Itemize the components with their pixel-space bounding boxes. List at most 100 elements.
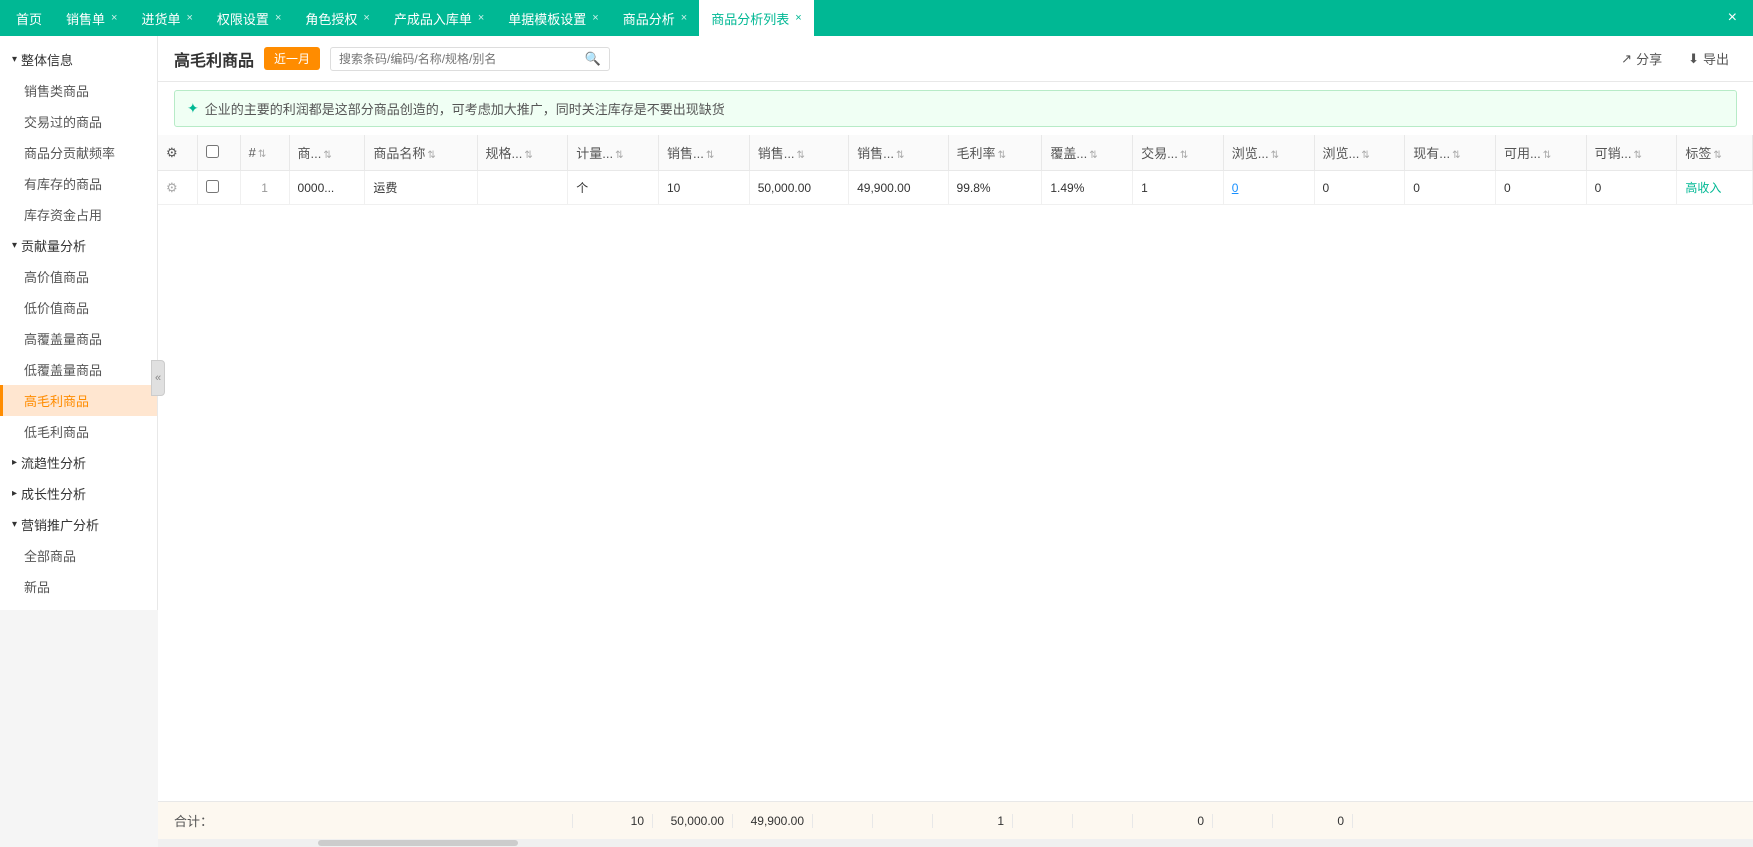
sort-icon[interactable]: ⇅ (1543, 150, 1551, 161)
sort-icon[interactable]: ⇅ (797, 150, 805, 161)
nav-item-商品分析列表[interactable]: 商品分析列表× (699, 0, 813, 36)
share-icon: ↗ (1621, 51, 1632, 67)
col-header-views2[interactable]: 浏览...⇅ (1314, 135, 1405, 171)
search-input[interactable] (339, 52, 585, 66)
sidebar-item-低价值商品[interactable]: 低价值商品 (0, 292, 157, 323)
nav-item-首页[interactable]: 首页 (4, 0, 54, 36)
col-header-tag[interactable]: 标签⇅ (1677, 135, 1753, 171)
share-button[interactable]: ↗ 分享 (1613, 46, 1670, 71)
col-label: 商... (298, 146, 322, 161)
footer-totals: 合计： 10 50,000.00 49,900.00 1 0 0 (158, 801, 1753, 839)
sort-icon[interactable]: ⇅ (1361, 150, 1369, 161)
sidebar-item-交易过的商品[interactable]: 交易过的商品 (0, 106, 157, 137)
sidebar-item-有库存的商品[interactable]: 有库存的商品 (0, 168, 157, 199)
sidebar-item-低毛利商品[interactable]: 低毛利商品 (0, 416, 157, 447)
cell-sales_amount: 50,000.00 (749, 171, 848, 205)
col-header-gross_margin[interactable]: 毛利率⇅ (948, 135, 1042, 171)
col-header-stock_current[interactable]: 现有...⇅ (1405, 135, 1496, 171)
cell-views1[interactable]: 0 (1223, 171, 1314, 205)
nav-close-icon[interactable]: × (111, 12, 117, 24)
sidebar-collapse-button[interactable]: « (151, 360, 165, 396)
nav-close-icon[interactable]: × (186, 12, 192, 24)
col-header-stock_available[interactable]: 可用...⇅ (1495, 135, 1586, 171)
sidebar-item-高毛利商品[interactable]: 高毛利商品 (0, 385, 157, 416)
select-all-checkbox[interactable] (206, 145, 219, 158)
cell-checkbox[interactable] (198, 171, 240, 205)
search-container: 🔍 (330, 47, 610, 71)
sidebar-item-低覆盖量商品[interactable]: 低覆盖量商品 (0, 354, 157, 385)
col-header-sales_profit[interactable]: 销售...⇅ (849, 135, 948, 171)
sort-icon[interactable]: ⇅ (615, 150, 623, 161)
horizontal-scrollbar[interactable] (158, 839, 1753, 847)
sidebar: ▾整体信息销售类商品交易过的商品商品分贡献频率有库存的商品库存资金占用▾贡献量分… (0, 36, 158, 610)
col-header-rownum[interactable]: #⇅ (240, 135, 289, 171)
nav-item-销售单[interactable]: 销售单× (54, 0, 129, 36)
nav-close-icon[interactable]: × (478, 12, 484, 24)
sidebar-section-整体信息[interactable]: ▾整体信息 (0, 44, 157, 75)
sidebar-item-销售类商品[interactable]: 销售类商品 (0, 75, 157, 106)
sort-icon[interactable]: ⇅ (1713, 150, 1721, 161)
export-button[interactable]: ⬇ 导出 (1680, 46, 1737, 71)
nav-close-icon[interactable]: × (275, 12, 281, 24)
nav-item-权限设置[interactable]: 权限设置× (205, 0, 293, 36)
row-checkbox[interactable] (206, 180, 219, 193)
close-all-button[interactable]: × (1716, 9, 1749, 27)
nav-close-icon[interactable]: × (592, 12, 598, 24)
col-header-coverage[interactable]: 覆盖...⇅ (1042, 135, 1133, 171)
cell-sales_qty: 10 (658, 171, 749, 205)
filter-month-button[interactable]: 近一月 (264, 47, 320, 70)
sort-icon[interactable]: ⇅ (1271, 150, 1279, 161)
sort-icon[interactable]: ⇅ (1089, 150, 1097, 161)
col-header-spec[interactable]: 规格...⇅ (477, 135, 568, 171)
search-icon[interactable]: 🔍 (585, 51, 601, 67)
col-header-views1[interactable]: 浏览...⇅ (1223, 135, 1314, 171)
sidebar-item-高覆盖量商品[interactable]: 高覆盖量商品 (0, 323, 157, 354)
settings-icon[interactable]: ⚙ (166, 145, 178, 160)
col-header-stock_sellable[interactable]: 可销...⇅ (1586, 135, 1677, 171)
sidebar-item-库存资金占用[interactable]: 库存资金占用 (0, 199, 157, 230)
nav-item-角色授权[interactable]: 角色授权× (293, 0, 381, 36)
sidebar-item-高价值商品[interactable]: 高价值商品 (0, 261, 157, 292)
arrow-icon: ▾ (12, 519, 17, 530)
sort-icon[interactable]: ⇅ (524, 150, 532, 161)
nav-item-商品分析[interactable]: 商品分析× (611, 0, 699, 36)
nav-item-进货单[interactable]: 进货单× (129, 0, 204, 36)
col-label: 计量... (576, 146, 613, 161)
col-header-code[interactable]: 商...⇅ (289, 135, 365, 171)
col-header-settings[interactable]: ⚙ (158, 135, 198, 171)
col-label: 浏览... (1323, 146, 1360, 161)
sort-icon[interactable]: ⇅ (998, 150, 1006, 161)
nav-close-icon[interactable]: × (363, 12, 369, 24)
sort-icon[interactable]: ⇅ (1180, 150, 1188, 161)
sort-icon[interactable]: ⇅ (896, 150, 904, 161)
sort-icon[interactable]: ⇅ (427, 150, 435, 161)
scrollbar-thumb[interactable] (318, 840, 518, 846)
nav-close-icon[interactable]: × (795, 12, 801, 24)
nav-item-单据模板设置[interactable]: 单据模板设置× (496, 0, 610, 36)
col-header-transactions[interactable]: 交易...⇅ (1133, 135, 1224, 171)
col-label: 商品名称 (373, 146, 425, 161)
row-settings-icon[interactable]: ⚙ (166, 180, 178, 195)
sidebar-item-商品分贡献频率[interactable]: 商品分贡献频率 (0, 137, 157, 168)
cell-stock_available: 0 (1495, 171, 1586, 205)
col-header-checkbox[interactable] (198, 135, 240, 171)
col-header-name[interactable]: 商品名称⇅ (365, 135, 477, 171)
sidebar-item-新品[interactable]: 新品 (0, 571, 157, 602)
sort-icon[interactable]: ⇅ (323, 150, 331, 161)
sort-icon[interactable]: ⇅ (1452, 150, 1460, 161)
sidebar-item-全部商品[interactable]: 全部商品 (0, 540, 157, 571)
sort-icon[interactable]: ⇅ (1634, 150, 1642, 161)
col-header-sales_amount[interactable]: 销售...⇅ (749, 135, 848, 171)
sidebar-section-成长性分析[interactable]: ▸成长性分析 (0, 478, 157, 509)
col-label: 销售... (758, 146, 795, 161)
export-label: 导出 (1703, 49, 1729, 68)
col-header-unit[interactable]: 计量...⇅ (568, 135, 659, 171)
sort-icon[interactable]: ⇅ (706, 150, 714, 161)
sidebar-section-营销推广分析[interactable]: ▾营销推广分析 (0, 509, 157, 540)
nav-item-产成品入库单[interactable]: 产成品入库单× (382, 0, 496, 36)
sort-icon[interactable]: ⇅ (258, 149, 266, 160)
sidebar-section-贡献量分析[interactable]: ▾贡献量分析 (0, 230, 157, 261)
nav-close-icon[interactable]: × (681, 12, 687, 24)
col-header-sales_qty[interactable]: 销售...⇅ (658, 135, 749, 171)
sidebar-section-流趋性分析[interactable]: ▸流趋性分析 (0, 447, 157, 478)
